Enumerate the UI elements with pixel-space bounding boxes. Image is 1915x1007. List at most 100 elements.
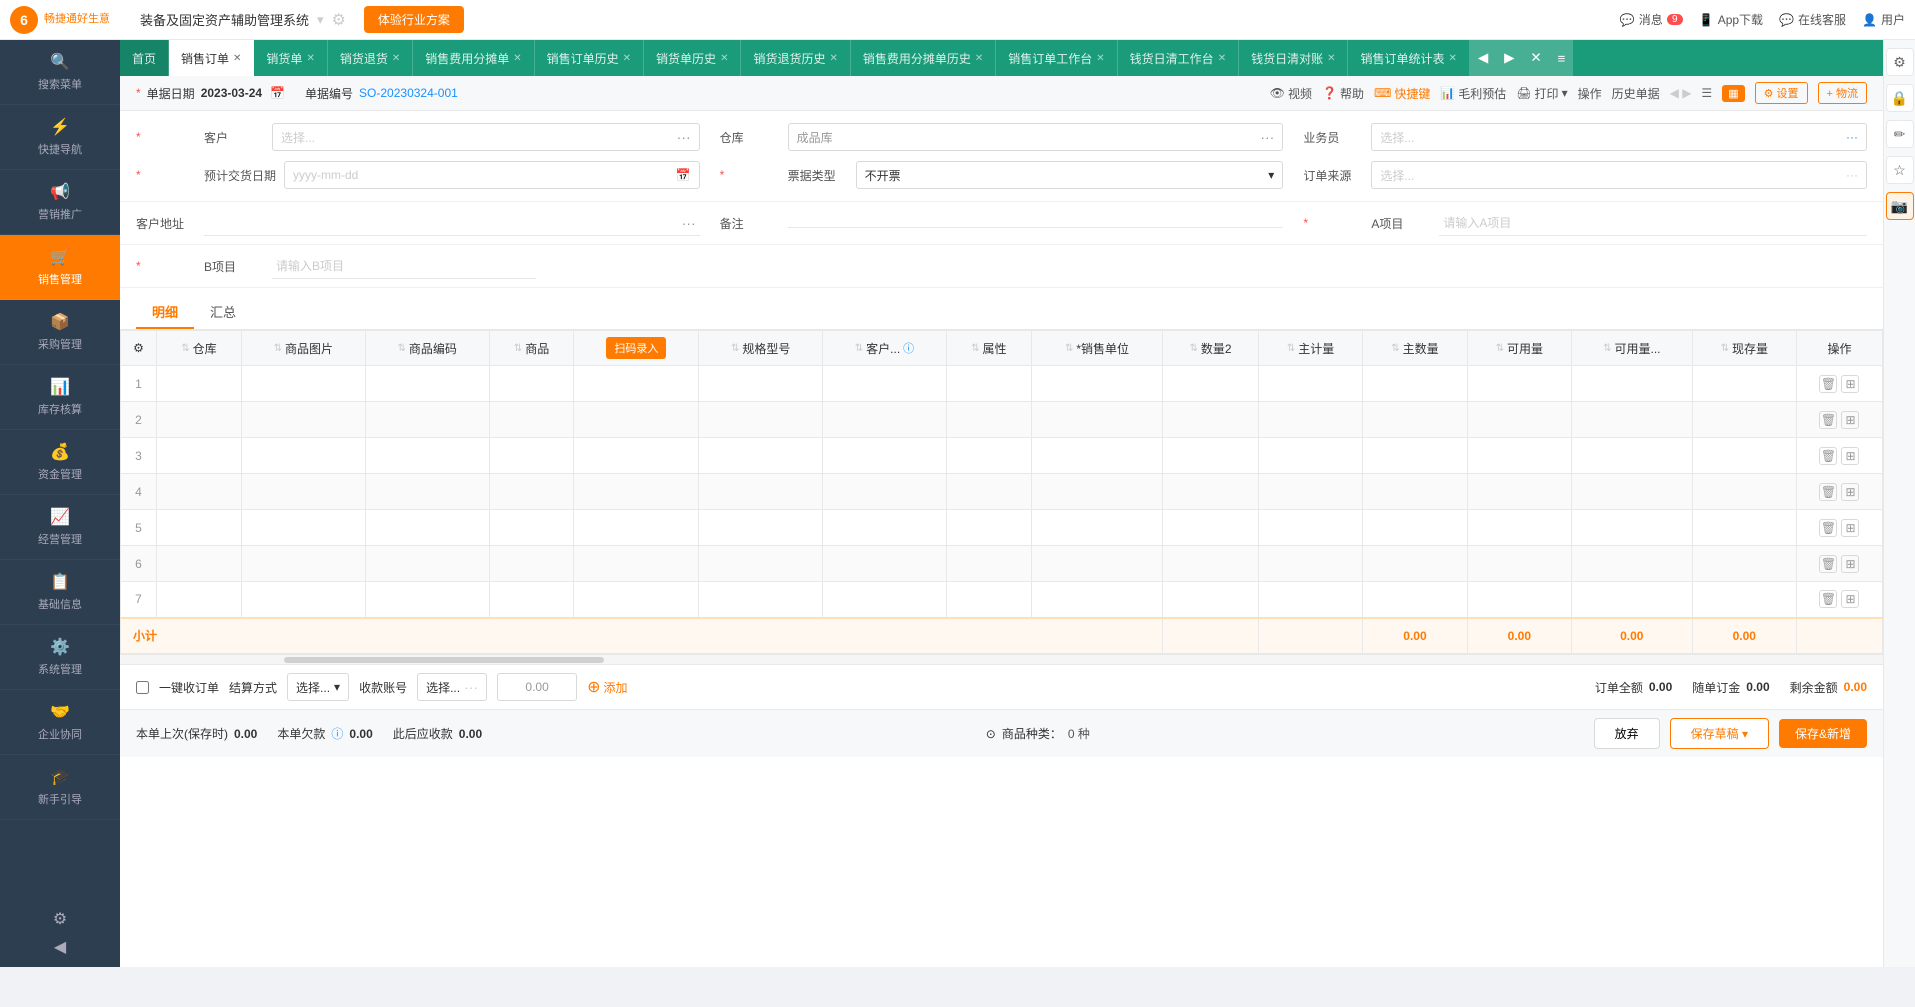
tab-reconcile[interactable]: 钱货日清对账 ✕ xyxy=(1239,40,1348,76)
grid-view-icon[interactable]: ▦ xyxy=(1722,85,1744,102)
cell-available2[interactable] xyxy=(1572,402,1693,438)
cell-product[interactable] xyxy=(489,474,574,510)
cell-warehouse[interactable] xyxy=(157,366,242,402)
cell-code[interactable] xyxy=(365,366,489,402)
cell-main-unit[interactable] xyxy=(1258,474,1362,510)
cell-image[interactable] xyxy=(241,366,365,402)
row-copy-icon[interactable]: ⊞ xyxy=(1841,411,1859,429)
cell-available2[interactable] xyxy=(1572,546,1693,582)
cell-stock[interactable] xyxy=(1692,366,1796,402)
cell-spec[interactable] xyxy=(699,474,823,510)
cell-warehouse[interactable] xyxy=(157,402,242,438)
row-delete-icon[interactable]: 🗑 xyxy=(1819,411,1837,429)
scroll-area[interactable] xyxy=(120,654,1883,664)
row-delete-icon[interactable]: 🗑 xyxy=(1819,519,1837,537)
save-draft-button[interactable]: 保存草稿 ▾ xyxy=(1670,718,1769,749)
th-unit[interactable]: ⇅*销售单位 xyxy=(1031,331,1162,366)
row-delete-icon[interactable]: 🗑 xyxy=(1819,555,1837,573)
notice-item[interactable]: 💬 消息 9 xyxy=(1620,11,1683,28)
sidebar-item-marketing[interactable]: 📢 营销推广 xyxy=(0,170,120,235)
cell-unit[interactable] xyxy=(1031,474,1162,510)
th-available2[interactable]: ⇅可用量... xyxy=(1572,331,1693,366)
cell-customer-code[interactable] xyxy=(823,366,947,402)
cell-unit[interactable] xyxy=(1031,366,1162,402)
tab-menu-btn[interactable]: ≡ xyxy=(1550,40,1574,76)
tab-close-icon[interactable]: ✕ xyxy=(1096,53,1104,64)
row-copy-icon[interactable]: ⊞ xyxy=(1841,555,1859,573)
add-button[interactable]: ⊕ 添加 xyxy=(587,677,627,697)
cell-product[interactable] xyxy=(489,510,574,546)
cell-image[interactable] xyxy=(241,402,365,438)
app-download-item[interactable]: 📱 App下载 xyxy=(1699,11,1763,28)
customer-more-icon[interactable]: ··· xyxy=(677,129,691,145)
row-delete-icon[interactable]: 🗑 xyxy=(1819,375,1837,393)
cell-spec[interactable] xyxy=(699,582,823,618)
tab-next-btn[interactable]: ▶ xyxy=(1496,40,1522,76)
cell-stock[interactable] xyxy=(1692,510,1796,546)
th-warehouse[interactable]: ⇅仓库 xyxy=(157,331,242,366)
account-select[interactable]: 选择... ··· xyxy=(417,673,487,701)
sidebar-item-enterprise[interactable]: 🤝 企业协同 xyxy=(0,690,120,755)
account-more-icon[interactable]: ··· xyxy=(464,679,478,695)
tab-close-icon[interactable]: ✕ xyxy=(233,53,241,64)
cell-image[interactable] xyxy=(241,582,365,618)
tab-close-icon[interactable]: ✕ xyxy=(306,53,314,64)
cell-available[interactable] xyxy=(1467,402,1571,438)
cell-main-qty[interactable] xyxy=(1363,510,1467,546)
cell-attribute[interactable] xyxy=(946,510,1031,546)
sidebar-item-base[interactable]: 📋 基础信息 xyxy=(0,560,120,625)
tab-return-history[interactable]: 销货退货历史 ✕ xyxy=(741,40,850,76)
list-view-icon[interactable]: ☰ xyxy=(1701,86,1712,100)
order-source-more-icon[interactable]: ··· xyxy=(1846,168,1858,182)
bulk-close-checkbox[interactable] xyxy=(136,681,149,694)
cell-unit[interactable] xyxy=(1031,402,1162,438)
cell-warehouse[interactable] xyxy=(157,474,242,510)
row-copy-icon[interactable]: ⊞ xyxy=(1841,590,1859,608)
sidebar-collapse-icon[interactable]: ◀ xyxy=(54,937,66,957)
cell-image[interactable] xyxy=(241,474,365,510)
payment-select[interactable]: 选择... ▾ xyxy=(287,673,349,701)
cell-unit[interactable] xyxy=(1031,510,1162,546)
warehouse-input[interactable]: 成品库 ··· xyxy=(788,123,1284,151)
cell-available[interactable] xyxy=(1467,546,1571,582)
th-image[interactable]: ⇅商品图片 xyxy=(241,331,365,366)
cell-main-unit[interactable] xyxy=(1258,366,1362,402)
cell-product[interactable] xyxy=(489,402,574,438)
sidebar-item-sales[interactable]: 🛒 销售管理 xyxy=(0,235,120,300)
cell-available2[interactable] xyxy=(1572,366,1693,402)
settings-btn[interactable]: ⚙ 设置 xyxy=(1755,82,1808,104)
profit-link[interactable]: 📊 毛利预估 xyxy=(1440,85,1506,102)
right-settings-icon[interactable]: ⚙ xyxy=(1886,48,1914,76)
tab-prev-btn[interactable]: ◀ xyxy=(1470,40,1496,76)
cell-available2[interactable] xyxy=(1572,582,1693,618)
cell-warehouse[interactable] xyxy=(157,546,242,582)
cell-image[interactable] xyxy=(241,546,365,582)
cell-image[interactable] xyxy=(241,510,365,546)
sidebar-item-operations[interactable]: 📈 经营管理 xyxy=(0,495,120,560)
cell-qty2[interactable] xyxy=(1163,546,1259,582)
cell-customer-code[interactable] xyxy=(823,402,947,438)
cell-customer-code[interactable] xyxy=(823,582,947,618)
cell-stock[interactable] xyxy=(1692,402,1796,438)
cell-stock[interactable] xyxy=(1692,546,1796,582)
tab-close-all-btn[interactable]: ✕ xyxy=(1522,40,1549,76)
cell-customer-code[interactable] xyxy=(823,546,947,582)
right-lock-icon[interactable]: 🔒 xyxy=(1886,84,1914,112)
staff-input[interactable]: 选择... ··· xyxy=(1371,123,1867,151)
tab-sales-return[interactable]: 销货退货 ✕ xyxy=(328,40,413,76)
cell-code[interactable] xyxy=(365,510,489,546)
help-link[interactable]: ❓ 帮助 xyxy=(1322,85,1364,102)
th-gear[interactable]: ⚙ xyxy=(121,331,157,366)
cell-unit[interactable] xyxy=(1031,582,1162,618)
sidebar-item-purchase[interactable]: 📦 采购管理 xyxy=(0,300,120,365)
tab-close-icon[interactable]: ✕ xyxy=(623,53,631,64)
cell-available[interactable] xyxy=(1467,510,1571,546)
cell-code[interactable] xyxy=(365,474,489,510)
cell-code[interactable] xyxy=(365,546,489,582)
cell-customer-code[interactable] xyxy=(823,438,947,474)
tab-close-icon[interactable]: ✕ xyxy=(1327,53,1335,64)
cell-main-unit[interactable] xyxy=(1258,510,1362,546)
cell-unit[interactable] xyxy=(1031,438,1162,474)
cell-main-qty[interactable] xyxy=(1363,546,1467,582)
cell-spec[interactable] xyxy=(699,546,823,582)
